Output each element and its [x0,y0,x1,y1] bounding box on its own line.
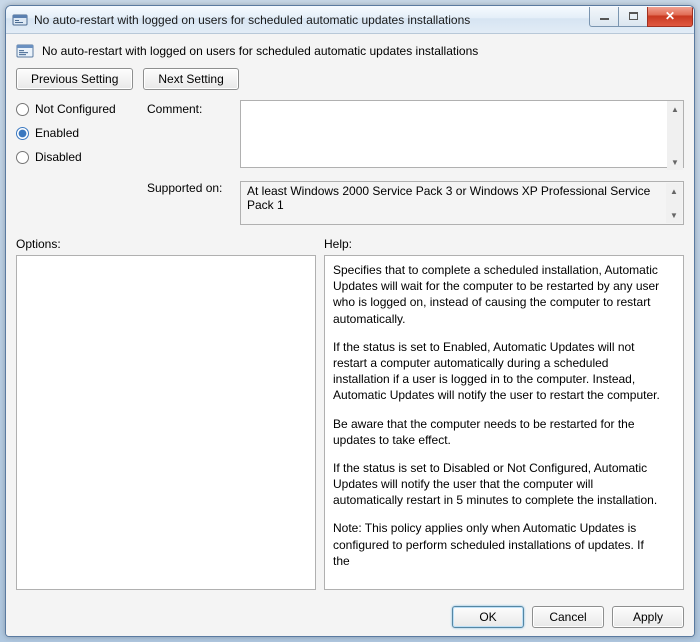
options-panel [16,255,316,590]
minimize-icon [600,18,609,20]
help-paragraph: If the status is set to Enabled, Automat… [333,339,663,404]
next-setting-button[interactable]: Next Setting [143,68,238,90]
comment-row: Comment: ▲ ▼ [147,100,684,171]
close-button[interactable]: ✕ [647,7,693,27]
radio-disabled[interactable]: Disabled [16,150,131,164]
minimize-button[interactable] [589,7,619,27]
previous-setting-button[interactable]: Previous Setting [16,68,133,90]
radio-not-configured-input[interactable] [16,103,29,116]
dialog-footer: OK Cancel Apply [6,598,694,636]
scroll-up-icon: ▲ [667,101,683,117]
options-label: Options: [16,237,316,251]
help-panel: Specifies that to complete a scheduled i… [324,255,684,590]
scroll-down-icon: ▼ [666,207,682,223]
policy-title: No auto-restart with logged on users for… [42,44,478,58]
cancel-button[interactable]: Cancel [532,606,604,628]
help-label: Help: [324,237,684,251]
radio-enabled-label: Enabled [35,126,79,140]
policy-header: No auto-restart with logged on users for… [16,42,684,60]
comment-label: Comment: [147,100,232,116]
radio-disabled-input[interactable] [16,151,29,164]
config-section: Not Configured Enabled Disabled Comment: [16,100,684,225]
comment-input[interactable] [240,100,684,168]
window-controls: ✕ [589,7,693,27]
window-title: No auto-restart with logged on users for… [34,13,589,27]
supported-scrollbar[interactable]: ▲ ▼ [666,183,682,223]
app-icon [12,12,28,28]
radio-not-configured[interactable]: Not Configured [16,102,131,116]
help-paragraph: Be aware that the computer needs to be r… [333,416,663,448]
title-bar: No auto-restart with logged on users for… [6,6,694,34]
policy-editor-window: No auto-restart with logged on users for… [5,5,695,637]
help-paragraph: If the status is set to Disabled or Not … [333,460,663,509]
radio-disabled-label: Disabled [35,150,82,164]
nav-buttons: Previous Setting Next Setting [16,68,684,90]
fields-column: Comment: ▲ ▼ Supported on: At least Wind… [147,100,684,225]
apply-button[interactable]: Apply [612,606,684,628]
supported-row: Supported on: At least Windows 2000 Serv… [147,181,684,225]
help-paragraph: Note: This policy applies only when Auto… [333,520,663,569]
supported-on-box: At least Windows 2000 Service Pack 3 or … [240,181,684,225]
radio-not-configured-label: Not Configured [35,102,116,116]
policy-icon [16,42,34,60]
ok-button[interactable]: OK [452,606,524,628]
close-icon: ✕ [665,9,675,23]
content-area: No auto-restart with logged on users for… [6,34,694,598]
scroll-down-icon: ▼ [667,154,683,170]
radio-enabled-input[interactable] [16,127,29,140]
help-column: Help: Specifies that to complete a sched… [324,237,684,590]
lower-section: Options: Help: Specifies that to complet… [16,237,684,590]
radio-enabled[interactable]: Enabled [16,126,131,140]
maximize-button[interactable] [618,7,648,27]
comment-scrollbar[interactable]: ▲ ▼ [667,101,683,170]
comment-wrap: ▲ ▼ [240,100,684,171]
options-column: Options: [16,237,316,590]
scroll-up-icon: ▲ [666,183,682,199]
supported-label: Supported on: [147,181,232,195]
supported-on-text: At least Windows 2000 Service Pack 3 or … [247,184,650,212]
help-paragraph: Specifies that to complete a scheduled i… [333,262,663,327]
maximize-icon [629,12,638,20]
state-radio-group: Not Configured Enabled Disabled [16,100,131,225]
